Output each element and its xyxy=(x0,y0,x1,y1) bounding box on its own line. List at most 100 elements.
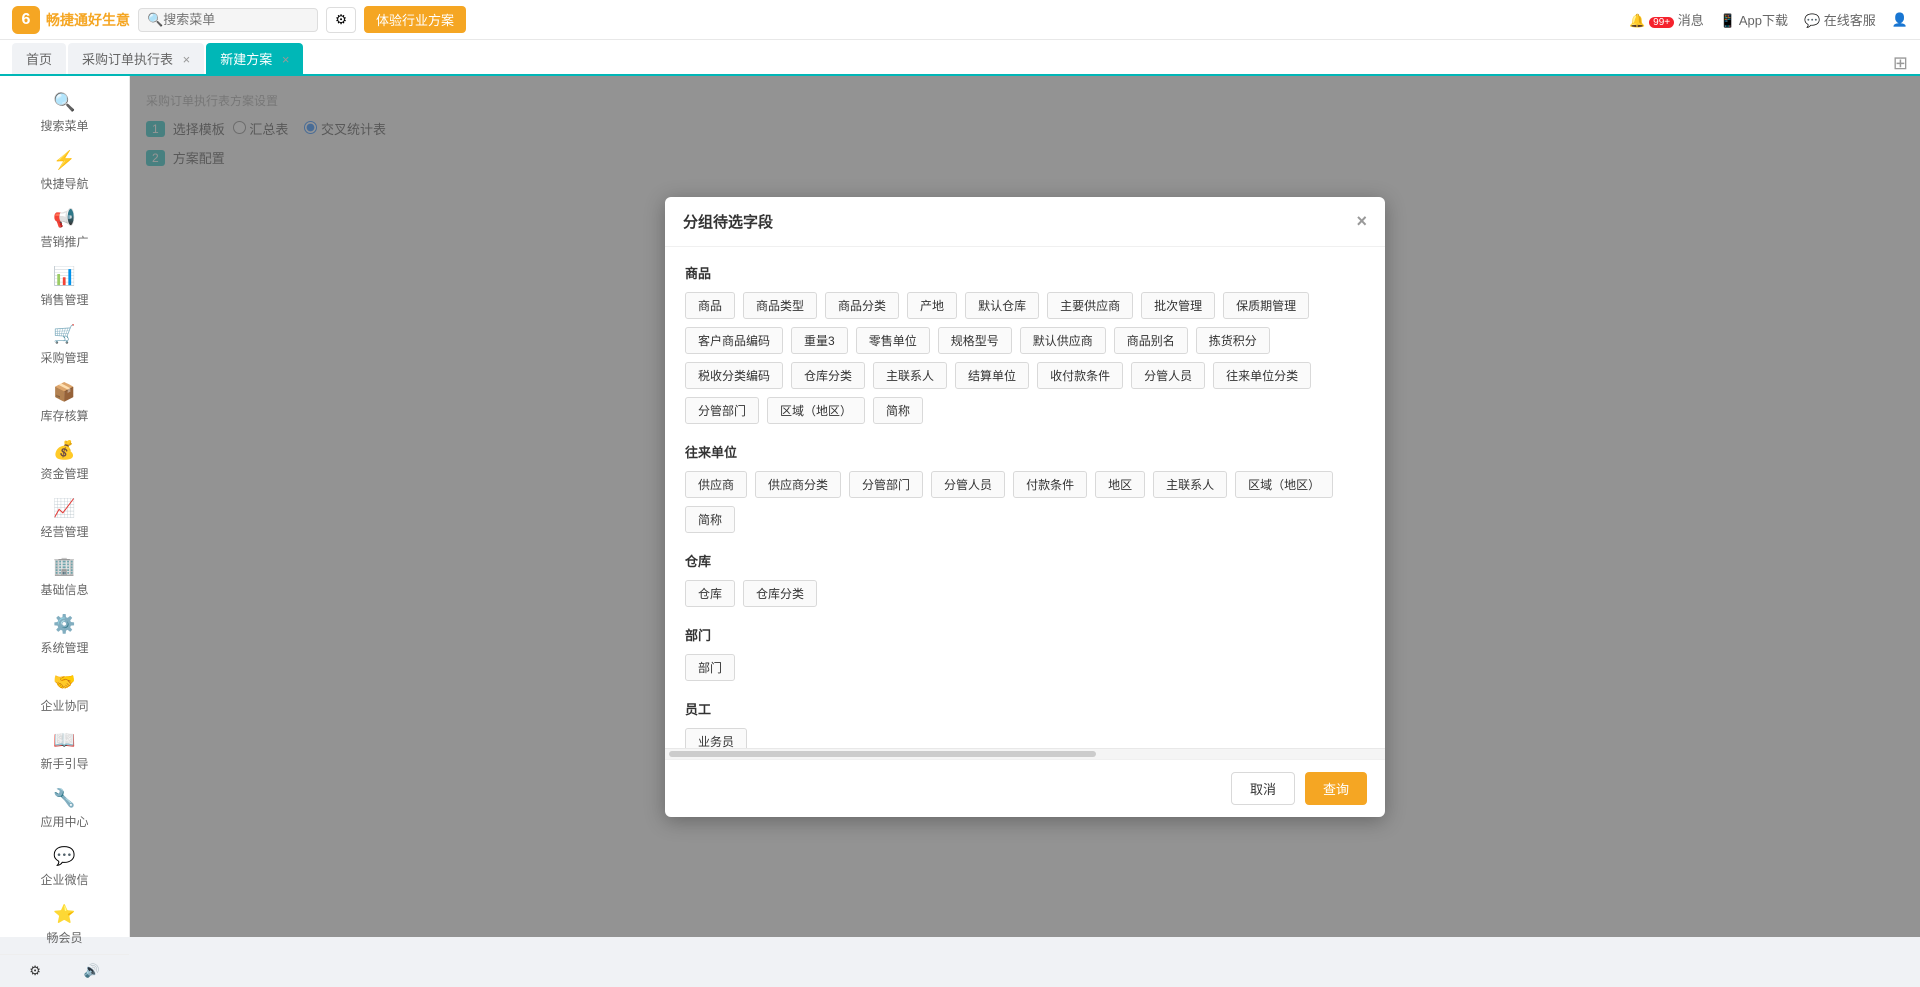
field-selection-modal: 分组待选字段 × 商品 商品 商品类型 商品分类 产地 默认仓库 xyxy=(665,197,1385,817)
tag-partner-category[interactable]: 往来单位分类 xyxy=(1213,362,1311,389)
modal-title: 分组待选字段 xyxy=(683,211,773,232)
sidebar-item-system[interactable]: ⚙️ 系统管理 xyxy=(0,606,129,664)
modal-close-button[interactable]: × xyxy=(1356,212,1367,230)
section-partner-title: 往来单位 xyxy=(685,442,1365,461)
sidebar-label-operations: 经营管理 xyxy=(40,523,88,540)
tag-main-supplier[interactable]: 主要供应商 xyxy=(1047,292,1133,319)
modal-hscrollbar[interactable] xyxy=(665,748,1385,759)
app-download[interactable]: 📱 App下载 xyxy=(1720,10,1788,29)
sidebar-label-finance: 资金管理 xyxy=(40,465,88,482)
sidebar-item-marketing[interactable]: 📢 营销推广 xyxy=(0,200,129,258)
tag-warehouse-category[interactable]: 仓库分类 xyxy=(791,362,865,389)
sidebar-item-finance[interactable]: 💰 资金管理 xyxy=(0,432,129,490)
sidebar-label-sales: 销售管理 xyxy=(40,291,88,308)
tab-expand[interactable]: ⊞ xyxy=(1893,53,1908,74)
tag-retail-unit[interactable]: 零售单位 xyxy=(856,327,930,354)
experience-button[interactable]: 体验行业方案 xyxy=(364,6,466,33)
tag-product[interactable]: 商品 xyxy=(685,292,735,319)
tag-abbr[interactable]: 简称 xyxy=(873,397,923,424)
sidebar-label-member: 畅会员 xyxy=(46,929,82,946)
tag-partner-abbr[interactable]: 简称 xyxy=(685,506,735,533)
tag-tax-code[interactable]: 税收分类编码 xyxy=(685,362,783,389)
tag-dept[interactable]: 分管部门 xyxy=(685,397,759,424)
employee-tags: 业务员 xyxy=(685,728,1365,748)
section-partner: 往来单位 供应商 供应商分类 分管部门 分管人员 付款条件 地区 主联系人 区域… xyxy=(685,442,1365,533)
member-icon: ⭐ xyxy=(53,904,75,925)
tag-pick-points[interactable]: 拣货积分 xyxy=(1196,327,1270,354)
tag-partner-person[interactable]: 分管人员 xyxy=(931,471,1005,498)
tag-settlement-unit[interactable]: 结算单位 xyxy=(955,362,1029,389)
tab-home[interactable]: 首页 xyxy=(12,43,66,74)
section-employee-title: 员工 xyxy=(685,699,1365,718)
tag-supplier[interactable]: 供应商 xyxy=(685,471,747,498)
cancel-button[interactable]: 取消 xyxy=(1231,772,1295,805)
sidebar-item-operations[interactable]: 📈 经营管理 xyxy=(0,490,129,548)
tag-customer-code[interactable]: 客户商品编码 xyxy=(685,327,783,354)
sidebar-label-wechat: 企业微信 xyxy=(40,871,88,888)
tag-supervisor[interactable]: 分管人员 xyxy=(1131,362,1205,389)
online-service[interactable]: 💬 在线客服 xyxy=(1804,10,1876,29)
sidebar-item-wechat[interactable]: 💬 企业微信 xyxy=(0,838,129,896)
system-icon: ⚙️ xyxy=(53,614,75,635)
tab-purchase-order[interactable]: 采购订单执行表 × xyxy=(68,43,204,74)
sidebar-item-guide[interactable]: 📖 新手引导 xyxy=(0,722,129,780)
settings-button[interactable]: ⚙ xyxy=(326,7,356,33)
section-warehouse: 仓库 仓库 仓库分类 xyxy=(685,551,1365,607)
tag-region[interactable]: 区域（地区） xyxy=(767,397,865,424)
sidebar-item-collab[interactable]: 🤝 企业协同 xyxy=(0,664,129,722)
tag-spec-model[interactable]: 规格型号 xyxy=(938,327,1012,354)
section-employee: 员工 业务员 xyxy=(685,699,1365,748)
tag-default-supplier[interactable]: 默认供应商 xyxy=(1020,327,1106,354)
sidebar-item-quicknav[interactable]: ⚡ 快捷导航 xyxy=(0,142,129,200)
content-area: 采购订单执行表方案设置 1 选择模板 汇总表 交叉统计表 2 方案配置 xyxy=(130,76,1920,937)
tag-payment-terms[interactable]: 收付款条件 xyxy=(1037,362,1123,389)
tag-product-category[interactable]: 商品分类 xyxy=(825,292,899,319)
tag-partner-region[interactable]: 区域（地区） xyxy=(1235,471,1333,498)
sidebar-item-member[interactable]: ⭐ 畅会员 xyxy=(0,896,129,954)
search-icon: 🔍 xyxy=(147,12,163,28)
sidebar-label-inventory: 库存核算 xyxy=(40,407,88,424)
sidebar-audio-icon[interactable]: 🔊 xyxy=(84,963,100,979)
sidebar-item-basic[interactable]: 🏢 基础信息 xyxy=(0,548,129,606)
tag-partner-contact[interactable]: 主联系人 xyxy=(1153,471,1227,498)
tag-area[interactable]: 地区 xyxy=(1095,471,1145,498)
tag-department[interactable]: 部门 xyxy=(685,654,735,681)
user-avatar[interactable]: 👤 xyxy=(1892,12,1908,28)
sidebar-item-inventory[interactable]: 📦 库存核算 xyxy=(0,374,129,432)
tag-default-warehouse[interactable]: 默认仓库 xyxy=(965,292,1039,319)
sales-icon: 📊 xyxy=(53,266,75,287)
tag-origin[interactable]: 产地 xyxy=(907,292,957,319)
tag-warehouse[interactable]: 仓库 xyxy=(685,580,735,607)
sidebar-label-purchase: 采购管理 xyxy=(40,349,88,366)
tag-payment-cond[interactable]: 付款条件 xyxy=(1013,471,1087,498)
sidebar-item-purchase[interactable]: 🛒 采购管理 xyxy=(0,316,129,374)
product-tags: 商品 商品类型 商品分类 产地 默认仓库 主要供应商 批次管理 保质期管理 客户… xyxy=(685,292,1365,424)
tag-product-alias[interactable]: 商品别名 xyxy=(1114,327,1188,354)
confirm-button[interactable]: 查询 xyxy=(1305,772,1367,805)
sidebar-settings-icon[interactable]: ⚙ xyxy=(29,963,41,979)
tag-weight[interactable]: 重量3 xyxy=(791,327,848,354)
sidebar-item-search[interactable]: 🔍 搜索菜单 xyxy=(0,84,129,142)
sidebar-item-apps[interactable]: 🔧 应用中心 xyxy=(0,780,129,838)
notification[interactable]: 🔔 99+ 消息 xyxy=(1629,10,1703,29)
tag-salesman[interactable]: 业务员 xyxy=(685,728,747,748)
tab-close-purchase[interactable]: × xyxy=(183,52,191,67)
search-input[interactable] xyxy=(163,12,339,27)
tag-expiry-mgmt[interactable]: 保质期管理 xyxy=(1223,292,1309,319)
section-department: 部门 部门 xyxy=(685,625,1365,681)
sidebar-item-sales[interactable]: 📊 销售管理 xyxy=(0,258,129,316)
tag-supplier-category[interactable]: 供应商分类 xyxy=(755,471,841,498)
modal-body[interactable]: 商品 商品 商品类型 商品分类 产地 默认仓库 主要供应商 批次管理 保质期管理… xyxy=(665,247,1385,748)
search-bar[interactable]: 🔍 xyxy=(138,8,318,32)
sidebar-label-quicknav: 快捷导航 xyxy=(40,175,88,192)
tag-warehouse-cat[interactable]: 仓库分类 xyxy=(743,580,817,607)
quicknav-icon: ⚡ xyxy=(53,150,75,171)
tag-product-type[interactable]: 商品类型 xyxy=(743,292,817,319)
tag-main-contact[interactable]: 主联系人 xyxy=(873,362,947,389)
tab-new-plan[interactable]: 新建方案 × xyxy=(206,43,303,74)
logo-area: 6 畅捷通好生意 xyxy=(12,6,130,34)
app-name: 畅捷通好生意 xyxy=(46,10,130,30)
tab-close-new-plan[interactable]: × xyxy=(282,52,290,67)
tag-batch-mgmt[interactable]: 批次管理 xyxy=(1141,292,1215,319)
tag-partner-dept[interactable]: 分管部门 xyxy=(849,471,923,498)
